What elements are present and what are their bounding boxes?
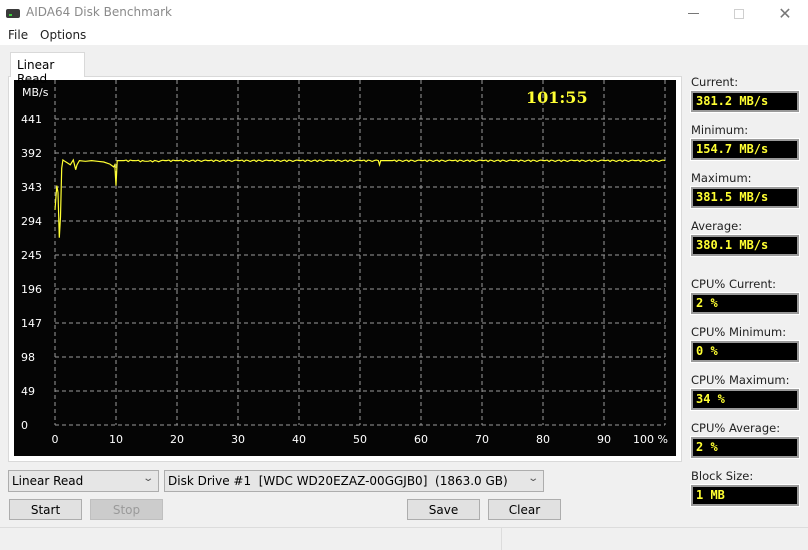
x-tick-label: 70 [475, 433, 489, 446]
menu-file[interactable]: File [8, 28, 28, 42]
y-tick-label: 245 [21, 249, 42, 262]
y-tick-label: 98 [21, 351, 35, 364]
minimize-button[interactable] [670, 0, 716, 27]
menu-options[interactable]: Options [40, 28, 86, 42]
start-button[interactable]: Start [9, 499, 82, 520]
stat-label: Average: [691, 219, 743, 233]
stat-value: 2 % [690, 292, 800, 315]
test-type-select[interactable]: Linear Read ⌄ [8, 470, 159, 492]
drive-select[interactable]: Disk Drive #1 [WDC WD20EZAZ-00GGJB0] (18… [164, 470, 544, 492]
y-tick-label: 147 [21, 317, 42, 330]
y-tick-label: 392 [21, 147, 42, 160]
chevron-down-icon: ⌄ [526, 473, 539, 484]
benchmark-chart: 0 49 98 147 196 245 294 343 392 441 0 10 20 30 40 50 60 7… [14, 80, 676, 456]
status-separator [501, 528, 502, 550]
minimize-icon [687, 13, 699, 14]
y-axis-unit-label: MB/s [22, 86, 49, 99]
y-tick-label: 49 [21, 385, 35, 398]
stat-value: 2 % [690, 436, 800, 459]
stat-label: Current: [691, 75, 739, 89]
chevron-down-icon: ⌄ [141, 473, 154, 484]
close-button[interactable]: ✕ [762, 0, 808, 27]
x-tick-label: 60 [414, 433, 428, 446]
x-tick-label: 100 % [633, 433, 668, 446]
stat-label: CPU% Maximum: [691, 373, 790, 387]
save-button[interactable]: Save [407, 499, 480, 520]
stat-label: Block Size: [691, 469, 754, 483]
chart-svg: 0 49 98 147 196 245 294 343 392 441 0 10 20 30 40 50 60 7… [21, 80, 668, 446]
stat-value: 34 % [690, 388, 800, 411]
window-title: AIDA64 Disk Benchmark [26, 5, 173, 19]
disk-drive-icon [6, 9, 20, 18]
title-bar: AIDA64 Disk Benchmark ✕ [0, 0, 808, 27]
stat-value: 381.5 MB/s [690, 186, 800, 209]
stat-value: 381.2 MB/s [690, 90, 800, 113]
y-tick-label: 294 [21, 215, 42, 228]
elapsed-time: 101:55 [526, 88, 588, 107]
y-tick-label: 343 [21, 181, 42, 194]
tab-linear-read[interactable]: Linear Read [10, 52, 85, 86]
x-tick-label: 50 [353, 433, 367, 446]
stat-value: 154.7 MB/s [690, 138, 800, 161]
clear-button[interactable]: Clear [488, 499, 561, 520]
stat-label: CPU% Minimum: [691, 325, 787, 339]
stat-value: 1 MB [690, 484, 800, 507]
drive-value: Disk Drive #1 [WDC WD20EZAZ-00GGJB0] (18… [168, 474, 508, 488]
x-tick-label: 40 [292, 433, 306, 446]
status-bar [0, 527, 808, 550]
y-tick-label: 196 [21, 283, 42, 296]
stat-label: CPU% Current: [691, 277, 777, 291]
stop-button[interactable]: Stop [90, 499, 163, 520]
x-tick-label: 10 [109, 433, 123, 446]
x-tick-label: 80 [536, 433, 550, 446]
x-tick-label: 0 [52, 433, 59, 446]
stat-value: 0 % [690, 340, 800, 363]
y-tick-label: 0 [21, 419, 28, 432]
menu-bar: File Options [0, 27, 808, 45]
x-tick-label: 20 [170, 433, 184, 446]
maximize-button[interactable] [716, 0, 762, 27]
x-tick-label: 30 [231, 433, 245, 446]
stat-label: Minimum: [691, 123, 749, 137]
stat-label: Maximum: [691, 171, 752, 185]
test-type-value: Linear Read [12, 474, 84, 488]
y-tick-label: 441 [21, 113, 42, 126]
close-icon: ✕ [778, 4, 792, 23]
x-tick-label: 90 [597, 433, 611, 446]
maximize-icon [734, 8, 744, 19]
stat-label: CPU% Average: [691, 421, 781, 435]
stat-value: 380.1 MB/s [690, 234, 800, 257]
